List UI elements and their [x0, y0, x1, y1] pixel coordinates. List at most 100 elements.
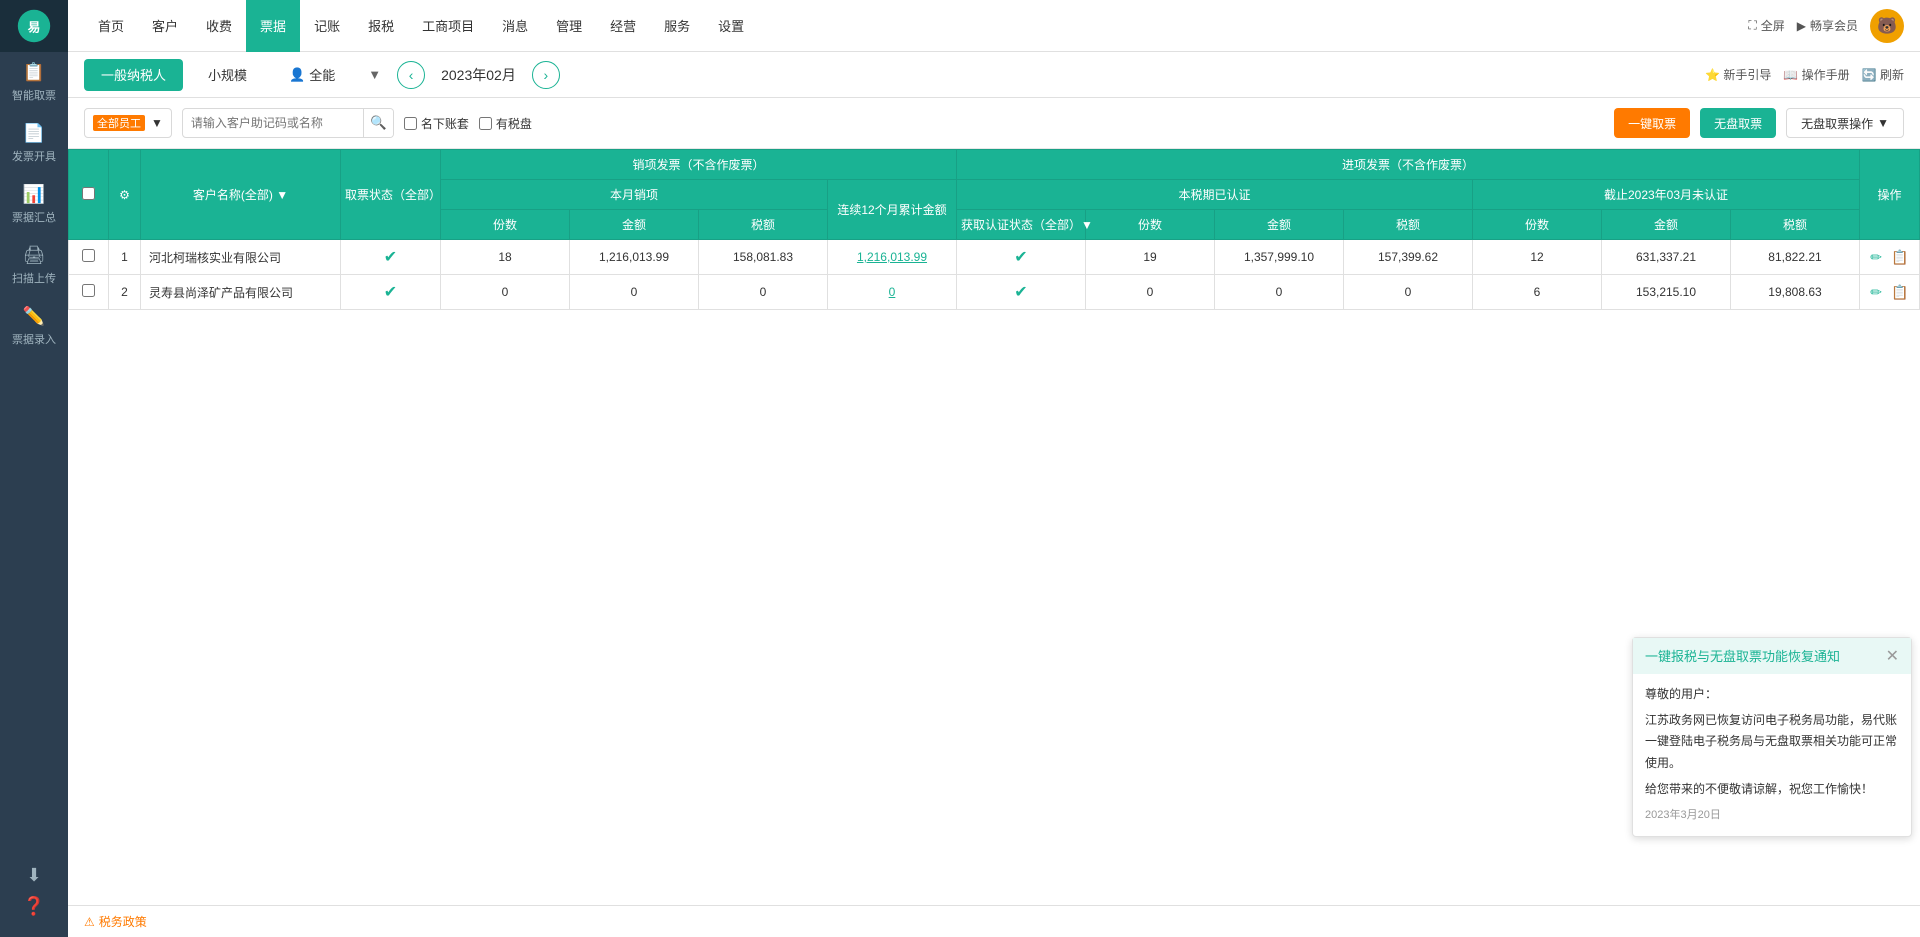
td-monthly-count-1: 18: [441, 240, 570, 275]
select-all-checkbox[interactable]: [82, 187, 95, 200]
chevron-down-icon: ▼: [368, 67, 381, 82]
notification-line3: 给您带来的不便敬请谅解，祝您工作愉快！: [1645, 779, 1899, 801]
search-button[interactable]: 🔍: [363, 108, 393, 138]
status-checked-icon-1: ✔: [384, 249, 397, 266]
td-name-2: 灵寿县尚泽矿产品有限公司: [141, 275, 341, 310]
nav-fee[interactable]: 收费: [192, 0, 246, 52]
nav-ticket[interactable]: 票据: [246, 0, 300, 52]
nav-manage[interactable]: 管理: [542, 0, 596, 52]
prev-month-button[interactable]: ‹: [397, 61, 425, 89]
manual-link[interactable]: 📖 操作手册: [1783, 66, 1849, 83]
sidebar-bottom-download[interactable]: ⬇: [26, 865, 41, 886]
toolbar: 全部员工 ▼ 🔍 名下账套 有税盘 一键取票: [68, 98, 1920, 149]
tab-general-taxpayer[interactable]: 一般纳税人: [84, 59, 183, 91]
td-cert-status-1: ✔: [957, 240, 1086, 275]
member-button[interactable]: ▶ 畅享会员: [1797, 17, 1858, 34]
td-period-amount-1: 1,357,999.10: [1215, 240, 1344, 275]
nav-settings[interactable]: 设置: [704, 0, 758, 52]
has-tax-disk-checkbox[interactable]: 有税盘: [479, 115, 532, 132]
customer-search-input[interactable]: [183, 116, 363, 130]
fullscreen-button[interactable]: ⛶ 全屏: [1748, 17, 1784, 34]
under-account-checkbox[interactable]: 名下账套: [404, 115, 469, 132]
td-period-count-1: 19: [1086, 240, 1215, 275]
td-cumulative-2: 0: [828, 275, 957, 310]
nav-home[interactable]: 首页: [84, 0, 138, 52]
app-logo[interactable]: 易: [0, 0, 68, 52]
sidebar-item-invoice-open[interactable]: 📄 发票开具: [0, 113, 68, 174]
scan-upload-icon: 🖨: [23, 245, 46, 266]
th-monthly-sales: 本月销项: [441, 180, 828, 210]
search-box: 🔍: [182, 108, 394, 138]
nav-customer[interactable]: 客户: [138, 0, 192, 52]
nav-service[interactable]: 服务: [650, 0, 704, 52]
nav-message[interactable]: 消息: [488, 0, 542, 52]
th-ticket-status: 取票状态（全部）: [341, 150, 441, 240]
notification-panel: 一键报税与无盘取票功能恢复通知 ✕ 尊敬的用户： 江苏政务网已恢复访问电子税务局…: [1632, 637, 1912, 837]
td-checkbox-1: [69, 240, 109, 275]
td-monthly-count-2: 0: [441, 275, 570, 310]
tab-more-button[interactable]: ▼: [360, 67, 389, 82]
status-checked-icon-2: ✔: [384, 284, 397, 301]
td-period-tax-2: 0: [1344, 275, 1473, 310]
td-until-tax-1: 81,822.21: [1731, 240, 1860, 275]
edit-icon-2[interactable]: ✏: [1870, 284, 1882, 300]
cert-checked-icon-1: ✔: [1014, 249, 1027, 266]
th-action: 操作: [1860, 150, 1920, 240]
nav-tax[interactable]: 报税: [354, 0, 408, 52]
sidebar-item-scan-upload[interactable]: 🖨 扫描上传: [0, 235, 68, 296]
settings-icon[interactable]: ⚙: [119, 188, 130, 202]
one-click-ticket-button[interactable]: 一键取票: [1614, 108, 1690, 138]
has-tax-disk-check[interactable]: [479, 117, 492, 130]
next-month-button[interactable]: ›: [532, 61, 560, 89]
refresh-link[interactable]: 🔄 刷新: [1862, 66, 1904, 83]
table-row: 1 河北柯瑞核实业有限公司 ✔ 18 1,216,013.99 158,081.…: [69, 240, 1920, 275]
tab-nav: ‹ 2023年02月 ›: [397, 61, 560, 89]
th-cumulative: 连续12个月累计金额: [828, 180, 957, 240]
guide-icon: ⭐: [1705, 68, 1720, 82]
notification-close-button[interactable]: ✕: [1886, 646, 1899, 666]
td-monthly-tax-2: 0: [699, 275, 828, 310]
td-period-amount-2: 0: [1215, 275, 1344, 310]
row2-checkbox[interactable]: [82, 284, 95, 297]
warning-icon: ⚠: [84, 915, 95, 929]
sidebar-item-ticket-summary[interactable]: 📊 票据汇总: [0, 174, 68, 235]
more-icon-1[interactable]: 📋: [1891, 249, 1908, 265]
th-period-certified: 本税期已认证: [957, 180, 1473, 210]
nav-bookkeeping[interactable]: 记账: [300, 0, 354, 52]
more-icon-2[interactable]: 📋: [1891, 284, 1908, 300]
tab-all[interactable]: 👤 全能: [272, 59, 352, 91]
new-guide-link[interactable]: ⭐ 新手引导: [1705, 66, 1771, 83]
td-cert-status-2: ✔: [957, 275, 1086, 310]
refresh-icon: 🔄: [1862, 68, 1877, 82]
no-disk-ticket-button[interactable]: 无盘取票: [1700, 108, 1776, 138]
notification-body: 尊敬的用户： 江苏政务网已恢复访问电子税务局功能，易代账一键登陆电子税务局与无盘…: [1633, 674, 1911, 836]
avatar[interactable]: 🐻: [1870, 9, 1904, 43]
notification-date: 2023年3月20日: [1645, 806, 1899, 826]
sidebar-item-smart-ticket[interactable]: 📋 智能取票: [0, 52, 68, 113]
td-until-tax-2: 19,808.63: [1731, 275, 1860, 310]
tax-policy-link[interactable]: ⚠ 税务政策: [84, 913, 147, 930]
th-period-count: 份数: [1086, 210, 1215, 240]
row1-checkbox[interactable]: [82, 249, 95, 262]
notification-title: 一键报税与无盘取票功能恢复通知: [1645, 646, 1840, 665]
nav-right: ⛶ 全屏 ▶ 畅享会员 🐻: [1748, 9, 1904, 43]
th-monthly-tax: 税额: [699, 210, 828, 240]
invoice-open-icon: 📄: [23, 123, 45, 144]
edit-icon-1[interactable]: ✏: [1870, 249, 1882, 265]
nav-business[interactable]: 工商项目: [408, 0, 488, 52]
td-until-amount-1: 631,337.21: [1602, 240, 1731, 275]
th-monthly-count: 份数: [441, 210, 570, 240]
nav-operation[interactable]: 经营: [596, 0, 650, 52]
cumulative-link-2[interactable]: 0: [889, 285, 896, 299]
sidebar-bottom-help[interactable]: ❓: [23, 896, 45, 917]
under-account-check[interactable]: [404, 117, 417, 130]
sidebar-item-ticket-entry[interactable]: ✏️ 票据录入: [0, 296, 68, 357]
no-disk-ops-dropdown[interactable]: 无盘取票操作 ▼: [1786, 108, 1904, 138]
dropdown-arrow-icon: ▼: [1877, 116, 1889, 130]
th-until-tax: 税额: [1731, 210, 1860, 240]
member-icon: ▶: [1797, 19, 1806, 33]
cumulative-link-1[interactable]: 1,216,013.99: [857, 250, 927, 264]
employee-select[interactable]: 全部员工 ▼: [84, 108, 172, 138]
svg-text:易: 易: [28, 20, 41, 34]
tab-small-scale[interactable]: 小规模: [191, 59, 264, 91]
